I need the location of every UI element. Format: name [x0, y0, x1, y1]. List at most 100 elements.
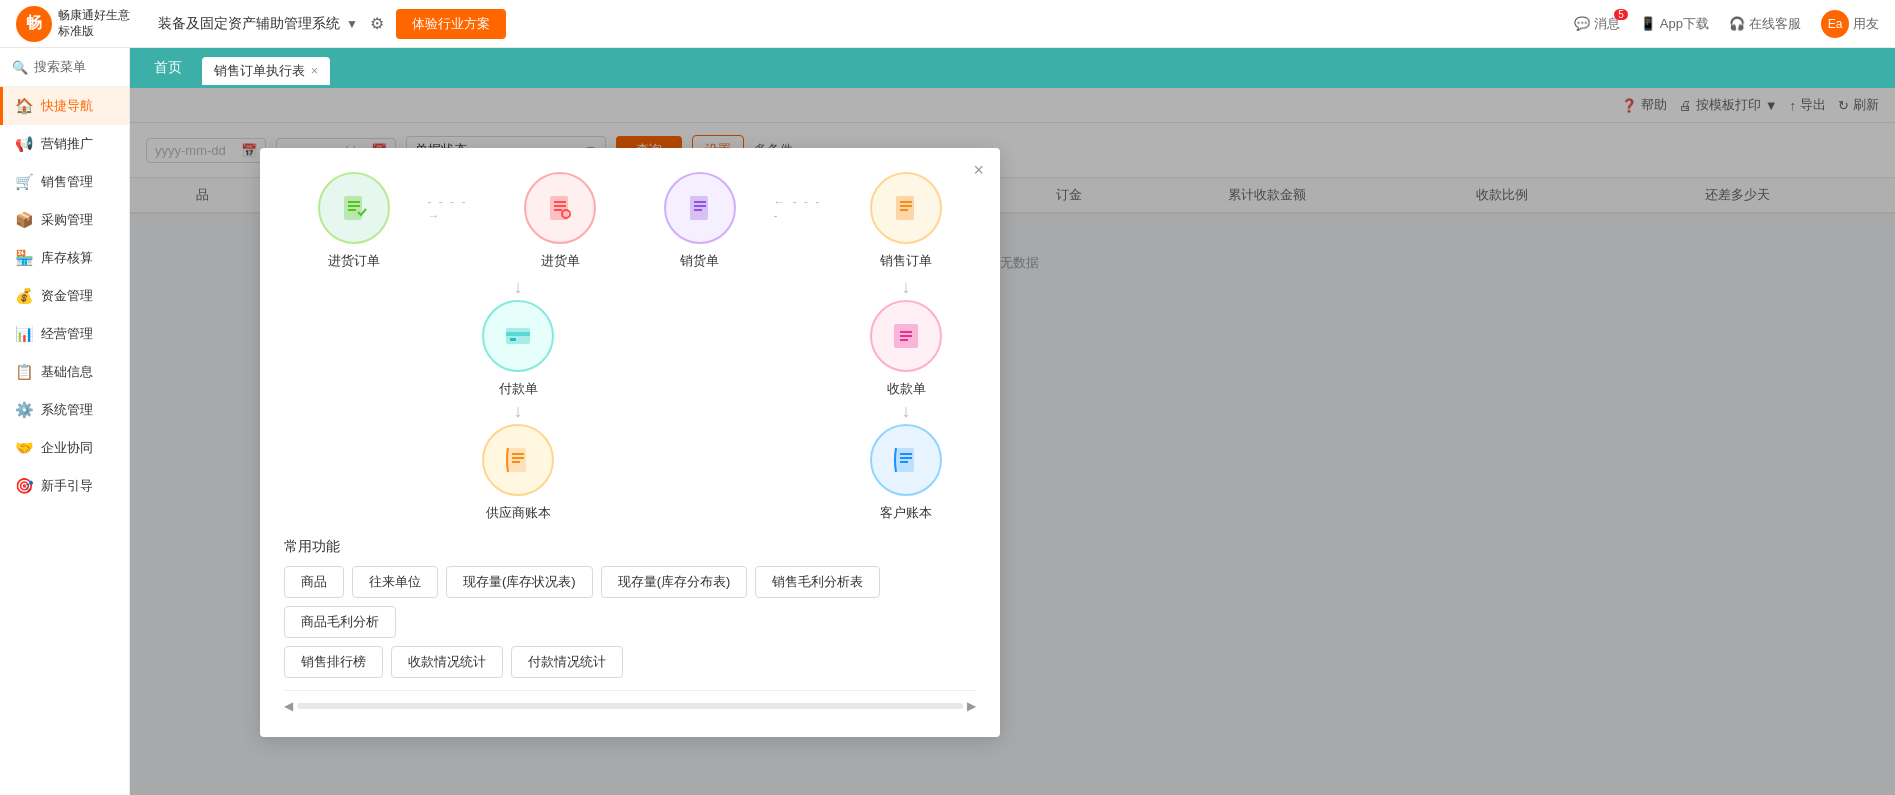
- customer-ledger-label: 客户账本: [880, 504, 932, 522]
- sales-slip-icon: [664, 172, 736, 244]
- message-btn[interactable]: 💬 消息 5: [1574, 15, 1620, 33]
- sales-order-node[interactable]: 销售订单: [837, 172, 976, 270]
- popup-close-btn[interactable]: ×: [973, 160, 984, 181]
- purchase-order-label: 进货订单: [328, 252, 380, 270]
- sidebar-item-purchase[interactable]: 📦 采购管理: [0, 201, 129, 239]
- func-btn-goods[interactable]: 商品: [284, 566, 344, 598]
- flow-diagram: 进货订单 - - - - →: [284, 172, 976, 522]
- scroll-right-btn[interactable]: ▶: [967, 699, 976, 713]
- scrollbar-area: ◀ ▶: [284, 690, 976, 713]
- tab-bar: 首页 销售订单执行表 ×: [130, 48, 1895, 88]
- arrow-down-receipt2: ↓: [902, 402, 911, 420]
- sidebar-item-inventory[interactable]: 🏪 库存核算: [0, 239, 129, 277]
- tab-home[interactable]: 首页: [138, 48, 198, 88]
- sales-order-label: 销售订单: [880, 252, 932, 270]
- sidebar-item-basic[interactable]: 📋 基础信息: [0, 353, 129, 391]
- sidebar-item-operation[interactable]: 📊 经营管理: [0, 315, 129, 353]
- sales-slip-node[interactable]: 销货单: [630, 172, 769, 270]
- func-btn-sales-margin[interactable]: 销售毛利分析表: [755, 566, 880, 598]
- sidebar-item-enterprise[interactable]: 🤝 企业协同: [0, 429, 129, 467]
- sidebar-item-system[interactable]: ⚙️ 系统管理: [0, 391, 129, 429]
- svg-rect-9: [690, 196, 708, 220]
- content-body: ❓ 帮助 🖨 按模板打印 ▼ ↑ 导出 ↻ 刷新: [130, 88, 1895, 795]
- sidebar-item-sales[interactable]: 🛒 销售管理: [0, 163, 129, 201]
- system-title: 装备及固定资产辅助管理系统 ▼: [158, 15, 358, 33]
- receipt-label: 收款单: [887, 380, 926, 398]
- receipt-icon: [870, 300, 942, 372]
- service-btn[interactable]: 🎧 在线客服: [1729, 15, 1801, 33]
- purchase-slip-node[interactable]: 进货单: [491, 172, 630, 270]
- user-avatar: Ea: [1821, 10, 1849, 38]
- payment-label: 付款单: [499, 380, 538, 398]
- sales-icon: 🛒: [15, 173, 33, 191]
- sidebar-item-finance[interactable]: 💰 资金管理: [0, 277, 129, 315]
- sidebar-item-marketing[interactable]: 📢 营销推广: [0, 125, 129, 163]
- tab-sales-order[interactable]: 销售订单执行表 ×: [202, 57, 330, 85]
- payment-icon: [482, 300, 554, 372]
- func-btn-stock-status[interactable]: 现存量(库存状况表): [446, 566, 593, 598]
- service-icon: 🎧: [1729, 16, 1745, 31]
- scroll-left-btn[interactable]: ◀: [284, 699, 293, 713]
- inventory-icon: 🏪: [15, 249, 33, 267]
- settings-icon[interactable]: ⚙: [370, 14, 384, 33]
- purchase-slip-icon: [524, 172, 596, 244]
- receipt-node[interactable]: 收款单: [836, 300, 976, 398]
- brand-icon: 畅: [16, 6, 52, 42]
- marketing-icon: 📢: [15, 135, 33, 153]
- purchase-order-node[interactable]: 进货订单: [284, 172, 423, 270]
- sidebar-item-guide[interactable]: 🎯 新手引导: [0, 467, 129, 505]
- func-btn-payment-stats[interactable]: 付款情况统计: [511, 646, 623, 678]
- sales-order-icon: [870, 172, 942, 244]
- home-icon: 🏠: [15, 97, 33, 115]
- arrow-down-receipt: ↓: [902, 278, 911, 296]
- scroll-bar[interactable]: [297, 703, 963, 709]
- user-menu[interactable]: Ea 用友: [1821, 10, 1879, 38]
- supplier-ledger-label: 供应商账本: [486, 504, 551, 522]
- purchase-icon: 📦: [15, 211, 33, 229]
- arrow-so-ss: ← - - - -: [773, 195, 832, 223]
- payment-node[interactable]: 付款单: [448, 300, 588, 398]
- func-btn-receipt-stats[interactable]: 收款情况统计: [391, 646, 503, 678]
- sidebar-item-quick-nav[interactable]: 🏠 快捷导航: [0, 87, 129, 125]
- svg-rect-13: [896, 196, 914, 220]
- sales-slip-label: 销货单: [680, 252, 719, 270]
- flow-popup: ×: [260, 148, 1000, 737]
- svg-rect-0: [344, 196, 362, 220]
- common-func-title: 常用功能: [284, 538, 976, 556]
- guide-icon: 🎯: [15, 477, 33, 495]
- func-btn-partners[interactable]: 往来单位: [352, 566, 438, 598]
- arrow-po-ps: - - - - →: [427, 195, 486, 223]
- supplier-ledger-node[interactable]: 供应商账本: [448, 424, 588, 522]
- customer-ledger-icon: [870, 424, 942, 496]
- svg-rect-28: [896, 448, 914, 472]
- func-buttons-row2: 销售排行榜 收款情况统计 付款情况统计: [284, 646, 976, 678]
- tab-close-icon[interactable]: ×: [311, 64, 318, 78]
- finance-icon: 💰: [15, 287, 33, 305]
- app-download-btn[interactable]: 📱 App下载: [1640, 15, 1709, 33]
- enterprise-icon: 🤝: [15, 439, 33, 457]
- top-right-area: 💬 消息 5 📱 App下载 🎧 在线客服 Ea 用友: [1574, 10, 1879, 38]
- func-btn-sales-rank[interactable]: 销售排行榜: [284, 646, 383, 678]
- customer-ledger-node[interactable]: 客户账本: [836, 424, 976, 522]
- svg-rect-4: [550, 196, 568, 220]
- content-area: 首页 销售订单执行表 × ❓ 帮助 🖨 按模板打印 ▼: [130, 48, 1895, 795]
- common-functions: 常用功能 商品 往来单位 现存量(库存状况表) 现存量(库存分布表) 销售毛利分…: [284, 538, 976, 678]
- svg-rect-19: [510, 338, 516, 341]
- func-buttons-area: 商品 往来单位 现存量(库存状况表) 现存量(库存分布表) 销售毛利分析表 商品…: [284, 566, 976, 638]
- title-dropdown-icon[interactable]: ▼: [346, 17, 358, 31]
- arrow-down-payment2: ↓: [514, 402, 523, 420]
- try-btn[interactable]: 体验行业方案: [396, 9, 506, 39]
- search-menu-btn[interactable]: 🔍 搜索菜单: [0, 48, 129, 87]
- brand-name: 畅康通好生意 标准版: [58, 8, 130, 39]
- purchase-order-icon: [318, 172, 390, 244]
- func-btn-goods-margin[interactable]: 商品毛利分析: [284, 606, 396, 638]
- func-btn-stock-dist[interactable]: 现存量(库存分布表): [601, 566, 748, 598]
- svg-rect-18: [506, 332, 530, 336]
- system-icon: ⚙️: [15, 401, 33, 419]
- sidebar: 🔍 搜索菜单 🏠 快捷导航 📢 营销推广 🛒 销售管理 📦 采购管理 🏪: [0, 48, 130, 795]
- message-icon: 💬: [1574, 16, 1590, 31]
- brand-logo: 畅 畅康通好生意 标准版: [16, 6, 146, 42]
- supplier-ledger-icon: [482, 424, 554, 496]
- svg-rect-20: [508, 448, 526, 472]
- basic-icon: 📋: [15, 363, 33, 381]
